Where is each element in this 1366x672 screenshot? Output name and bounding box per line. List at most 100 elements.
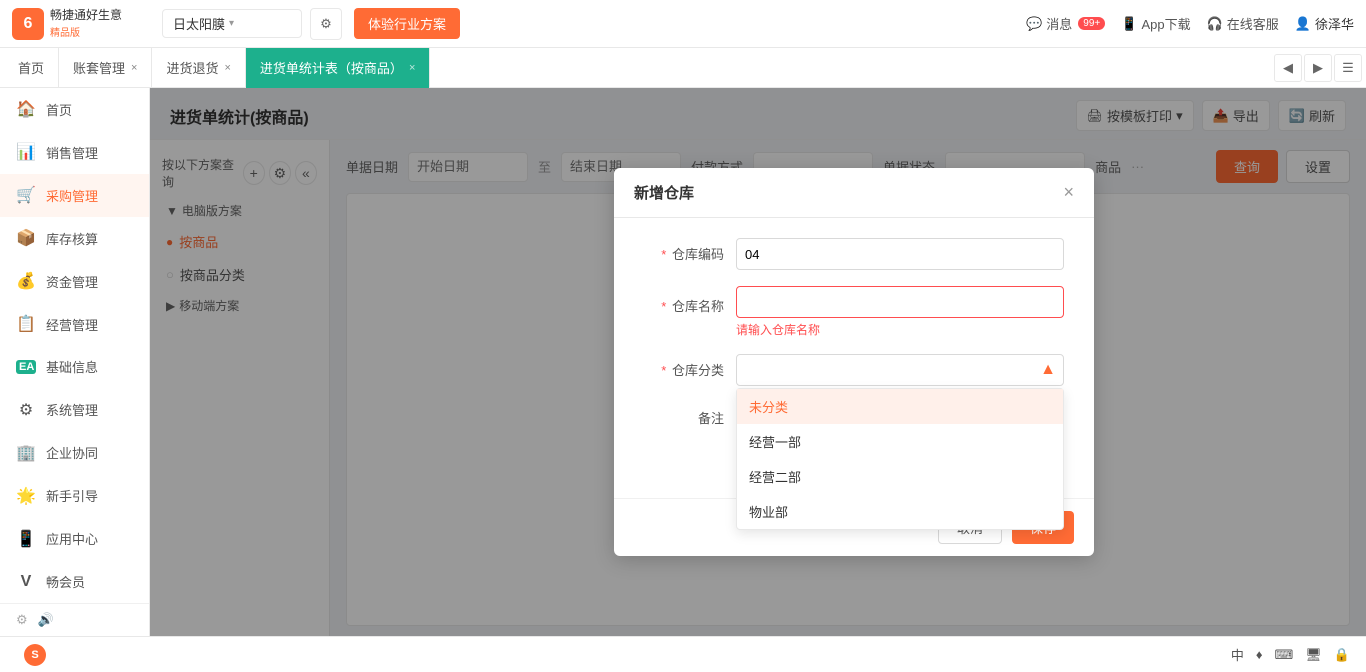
sidebar-item-inventory[interactable]: 📦 库存核算	[0, 217, 149, 260]
tab-controls: ◀ ▶ ☰	[1274, 54, 1362, 82]
sidebar-item-purchase[interactable]: 🛒 采购管理	[0, 174, 149, 217]
top-header: 6 畅捷通好生意 精品版 日太阳膜 ▾ ⚙ 体验行业方案 💬 消息 99+ 📱 …	[0, 0, 1366, 48]
modal-title: 新增仓库	[634, 182, 694, 203]
message-icon: 💬	[1026, 16, 1042, 32]
message-button[interactable]: 💬 消息 99+	[1026, 14, 1105, 33]
classify-input-wrap: ▲ 未分类 经营一部 经营二部 物业部	[736, 354, 1064, 386]
modal-body: * 仓库编码 * 仓库名称 请输入仓库名称	[614, 218, 1094, 498]
sidebar-item-finance[interactable]: 💰 资金管理	[0, 260, 149, 303]
sidebar-sales-label: 销售管理	[46, 143, 98, 162]
app-center-icon: 📱	[16, 529, 36, 549]
sidebar-member-label: 畅会员	[46, 572, 85, 591]
sidebar-operations-label: 经营管理	[46, 315, 98, 334]
gear-icon: ⚙	[320, 16, 332, 32]
user-name: 徐泽华	[1315, 14, 1354, 33]
sidebar-enterprise-label: 企业协同	[46, 443, 98, 462]
tab-menu-button[interactable]: ☰	[1334, 54, 1362, 82]
store-selector[interactable]: 日太阳膜 ▾	[162, 9, 302, 38]
lock-icon: 🔒	[1334, 647, 1350, 663]
sidebar-guide-label: 新手引导	[46, 486, 98, 505]
tab-next-button[interactable]: ▶	[1304, 54, 1332, 82]
app-download-button[interactable]: 📱 App下载	[1121, 14, 1190, 33]
user-avatar-icon: 👤	[1295, 16, 1311, 32]
note-label: 备注	[644, 402, 724, 427]
user-profile-button[interactable]: 👤 徐泽华	[1295, 14, 1354, 33]
ime-dot-icon: ♦	[1256, 647, 1263, 662]
sidebar-item-home[interactable]: 🏠 首页	[0, 88, 149, 131]
name-input[interactable]	[736, 286, 1064, 318]
sidebar-item-basic-info[interactable]: EA 基础信息	[0, 346, 149, 389]
sidebar-item-enterprise[interactable]: 🏢 企业协同	[0, 431, 149, 474]
sidebar-purchase-label: 采购管理	[46, 186, 98, 205]
sidebar-item-operations[interactable]: 📋 经营管理	[0, 303, 149, 346]
finance-icon: 💰	[16, 271, 36, 291]
enterprise-icon: 🏢	[16, 443, 36, 463]
add-warehouse-modal: 新增仓库 × * 仓库编码 * 仓库名称	[614, 168, 1094, 556]
tab-purchase-return-label: 进货退货	[166, 58, 218, 77]
sales-icon: 📊	[16, 142, 36, 162]
tab-purchase-stats[interactable]: 进货单统计表（按商品） ×	[246, 48, 430, 88]
sidebar: 🏠 首页 📊 销售管理 🛒 采购管理 📦 库存核算 💰 资金管理 📋 经营管理 …	[0, 88, 150, 636]
sidebar-app-center-label: 应用中心	[46, 529, 98, 548]
modal-close-button[interactable]: ×	[1063, 182, 1074, 203]
classify-label: * 仓库分类	[644, 354, 724, 379]
store-chevron-icon: ▾	[229, 18, 234, 29]
form-row-name: * 仓库名称 请输入仓库名称	[644, 286, 1064, 338]
tab-bar: 首页 账套管理 × 进货退货 × 进货单统计表（按商品） × ◀ ▶ ☰	[0, 48, 1366, 88]
main-layout: 🏠 首页 📊 销售管理 🛒 采购管理 📦 库存核算 💰 资金管理 📋 经营管理 …	[0, 88, 1366, 636]
dropdown-item-uncategorized[interactable]: 未分类	[737, 389, 1063, 424]
content-area: 进货单统计(按商品) 🖨 按模板打印 ▾ 📤 导出 🔄 刷新	[150, 88, 1366, 636]
code-input[interactable]	[736, 238, 1064, 270]
sidebar-item-system[interactable]: ⚙ 系统管理	[0, 388, 149, 431]
sidebar-bottom-settings-icon[interactable]: ⚙	[16, 612, 28, 628]
sidebar-inventory-label: 库存核算	[46, 229, 98, 248]
basic-info-icon: EA	[16, 360, 36, 374]
dropdown-item-property[interactable]: 物业部	[737, 494, 1063, 529]
form-row-classify: * 仓库分类 ▲ 未分类 经营一部 经营二部 物业部	[644, 354, 1064, 386]
sidebar-item-member[interactable]: V 畅会员	[0, 560, 149, 603]
headset-icon: 🎧	[1207, 16, 1223, 32]
tab-home-label: 首页	[18, 58, 44, 77]
tab-home[interactable]: 首页	[4, 48, 59, 88]
operations-icon: 📋	[16, 314, 36, 334]
inventory-icon: 📦	[16, 228, 36, 248]
tab-purchase-stats-label: 进货单统计表（按商品）	[260, 58, 403, 77]
ime-chinese-icon[interactable]: 中	[1231, 645, 1244, 664]
tab-account[interactable]: 账套管理 ×	[59, 48, 152, 88]
trial-button[interactable]: 体验行业方案	[354, 8, 460, 39]
keyboard-icon: ⌨	[1275, 647, 1294, 663]
tab-prev-button[interactable]: ◀	[1274, 54, 1302, 82]
code-label: * 仓库编码	[644, 238, 724, 263]
monitor-icon: 🖥	[1305, 647, 1322, 663]
online-service-button[interactable]: 🎧 在线客服	[1207, 14, 1279, 33]
settings-gear-button[interactable]: ⚙	[310, 8, 342, 40]
brand-name: 畅捷通好生意	[50, 8, 122, 24]
sidebar-home-label: 首页	[46, 100, 72, 119]
name-error-msg: 请输入仓库名称	[736, 321, 820, 338]
classify-toggle-icon[interactable]: ▲	[1040, 361, 1056, 379]
sidebar-item-app-center[interactable]: 📱 应用中心	[0, 517, 149, 560]
tab-purchase-return[interactable]: 进货退货 ×	[152, 48, 245, 88]
home-icon: 🏠	[16, 99, 36, 119]
tab-account-label: 账套管理	[73, 58, 125, 77]
sidebar-item-sales[interactable]: 📊 销售管理	[0, 131, 149, 174]
tab-purchase-return-close-icon[interactable]: ×	[224, 62, 230, 74]
purchase-icon: 🛒	[16, 185, 36, 205]
sidebar-bottom-speaker-icon[interactable]: 🔊	[38, 612, 54, 628]
member-icon: V	[16, 573, 36, 591]
store-name: 日太阳膜	[173, 14, 225, 33]
system-icon: ⚙	[16, 400, 36, 420]
dropdown-item-dept1[interactable]: 经营一部	[737, 424, 1063, 459]
dropdown-item-dept2[interactable]: 经营二部	[737, 459, 1063, 494]
classify-dropdown: 未分类 经营一部 经营二部 物业部	[736, 388, 1064, 530]
sidebar-item-guide[interactable]: 🌟 新手引导	[0, 474, 149, 517]
message-badge: 99+	[1078, 17, 1105, 30]
sidebar-system-label: 系统管理	[46, 400, 98, 419]
status-bar: S 中 ♦ ⌨ 🖥 🔒	[0, 636, 1366, 672]
sidebar-basic-info-label: 基础信息	[46, 357, 98, 376]
classify-input[interactable]	[736, 354, 1064, 386]
app-download-label: App下载	[1141, 14, 1190, 33]
tab-account-close-icon[interactable]: ×	[131, 62, 137, 74]
tab-purchase-stats-close-icon[interactable]: ×	[409, 62, 415, 74]
mobile-icon: 📱	[1121, 16, 1137, 32]
